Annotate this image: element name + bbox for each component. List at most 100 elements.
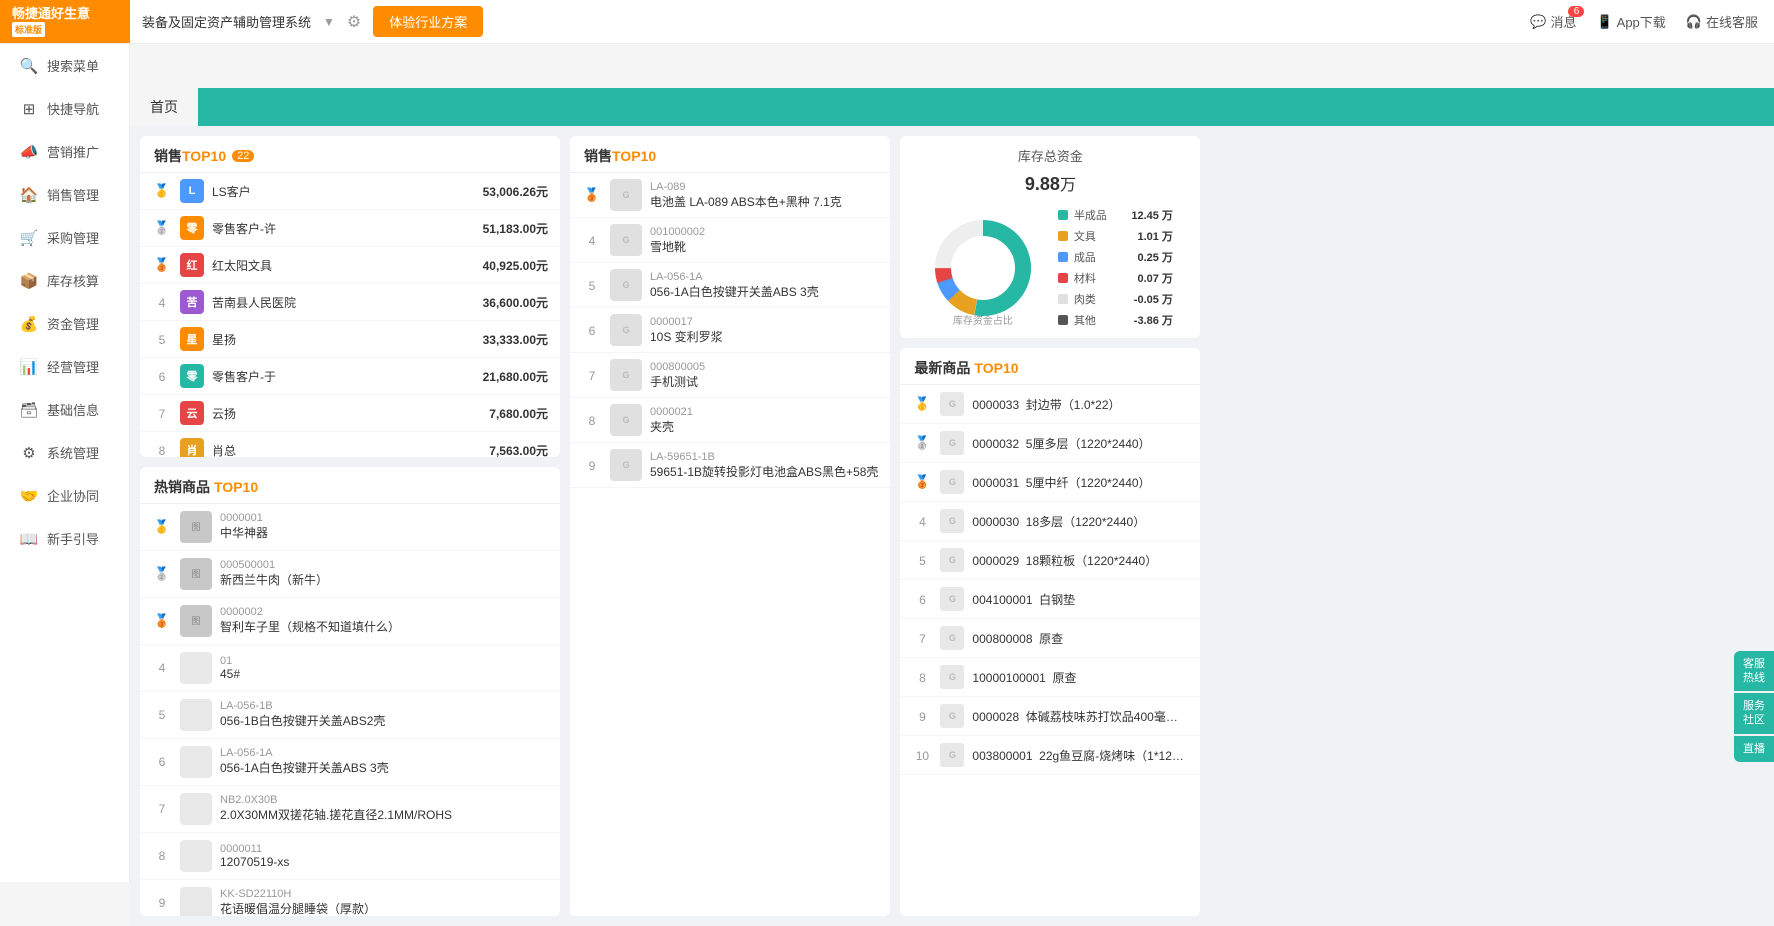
- product-name: 手机测试: [650, 373, 878, 390]
- sidebar-item-marketing[interactable]: 📣 营销推广: [0, 130, 129, 173]
- new-product-item[interactable]: 4 G 0000030 18多层（1220*2440）: [900, 502, 1200, 541]
- marketing-icon: 📣: [19, 143, 39, 161]
- online-service-btn[interactable]: 🎧 在线客服: [1686, 12, 1758, 31]
- product-code: 0000017: [650, 316, 878, 328]
- sidebar-item-purchase[interactable]: 🛒 采购管理: [0, 216, 129, 259]
- product-info: 0000002 智利车子里（规格不知道填什么）: [220, 606, 548, 635]
- customer-rank-item[interactable]: 8 肖 肖总 7,563.00元: [140, 432, 560, 457]
- new-product-item[interactable]: 🥉 G 0000031 5厘中纤（1220*2440）: [900, 463, 1200, 502]
- rank-medal: 9: [582, 458, 602, 473]
- direct-btn[interactable]: 直播: [1734, 736, 1774, 762]
- sidebar-item-system[interactable]: ⚙ 系统管理: [0, 431, 129, 474]
- new-product-item[interactable]: 8 G 10000100001 原查: [900, 658, 1200, 697]
- new-product-item[interactable]: 9 G 0000028 体碱荔枝味苏打饮品400毫升（1*15）: [900, 697, 1200, 736]
- basic-icon: 🗃: [19, 401, 39, 419]
- customer-service-btn[interactable]: 客服热线: [1734, 651, 1774, 692]
- customer-rank-item[interactable]: 7 云 云扬 7,680.00元: [140, 395, 560, 432]
- new-product-item[interactable]: 6 G 004100001 白钢垫: [900, 580, 1200, 619]
- customer-name: 星扬: [212, 331, 475, 348]
- sales-product-item[interactable]: 🥉 G LA-089 电池盖 LA-089 ABS本色+黑种 7.1克: [570, 173, 890, 218]
- trial-button[interactable]: 体验行业方案: [373, 6, 483, 37]
- top10-customers-label: TOP10: [182, 148, 226, 164]
- rank-medal: 8: [582, 413, 602, 428]
- product-info: LA-056-1B 056-1B白色按键开关盖ABS2壳: [220, 700, 548, 729]
- donut-svg: [928, 213, 1038, 323]
- legend-value: 0.07 万: [1113, 270, 1173, 286]
- sidebar-item-operation[interactable]: 📊 经营管理: [0, 345, 129, 388]
- legend-item: 文具 1.01 万: [1058, 228, 1173, 244]
- new-product-item[interactable]: 10 G 003800001 22g鱼豆腐-烧烤味（1*12*20）: [900, 736, 1200, 775]
- hot-product-item[interactable]: 9 KK-SD22110H 花语暖倡温分腿睡袋（厚款）: [140, 880, 560, 916]
- new-product-item[interactable]: 5 G 0000029 18颗粒板（1220*2440）: [900, 541, 1200, 580]
- sidebar-label-system: 系统管理: [47, 443, 99, 462]
- product-thumbnail: [180, 746, 212, 778]
- sidebar-label-inventory: 库存核算: [47, 271, 99, 290]
- product-info: LA-59651-1B 59651-1B旋转投影灯电池盒ABS黑色+58壳: [650, 451, 878, 480]
- left-column: 销售 TOP10 22 🥇 L LS客户 53,006.26元 🥈 零 零售客户…: [140, 136, 560, 916]
- sales-product-item[interactable]: 7 G 000800005 手机测试: [570, 353, 890, 398]
- service-community-btn[interactable]: 服务社区: [1734, 693, 1774, 734]
- product-thumbnail: G: [610, 404, 642, 436]
- sidebar-label-finance: 资金管理: [47, 314, 99, 333]
- product-info: 0000030 18多层（1220*2440）: [972, 513, 1188, 530]
- product-thumbnail: [180, 793, 212, 825]
- rank-medal: 9: [152, 895, 172, 910]
- new-product-item[interactable]: 🥈 G 0000032 5厘多层（1220*2440）: [900, 424, 1200, 463]
- rank-medal: 7: [582, 368, 602, 383]
- legend-value: 0.25 万: [1113, 249, 1173, 265]
- customer-rank-item[interactable]: 4 苦 苦南县人民医院 36,600.00元: [140, 284, 560, 321]
- hot-product-item[interactable]: 8 0000011 12070519-xs: [140, 833, 560, 880]
- hot-product-item[interactable]: 🥈 图 000500001 新西兰牛肉（新牛）: [140, 551, 560, 598]
- rank-medal: 🥉: [912, 474, 932, 490]
- sidebar-item-company[interactable]: 🤝 企业协同: [0, 474, 129, 517]
- sidebar-item-search[interactable]: 🔍 搜索菜单: [0, 44, 129, 87]
- gear-icon[interactable]: ⚙: [347, 12, 361, 32]
- customer-rank-item[interactable]: 🥈 零 零售客户-许 51,183.00元: [140, 210, 560, 247]
- rank-medal: 🥇: [912, 396, 932, 412]
- hot-product-item[interactable]: 6 LA-056-1A 056-1A白色按键开关盖ABS 3壳: [140, 739, 560, 786]
- grid-icon: ⊞: [19, 100, 39, 118]
- sales-product-item[interactable]: 5 G LA-056-1A 056-1A白色按键开关盖ABS 3壳: [570, 263, 890, 308]
- system-chevron-icon[interactable]: ▼: [323, 15, 335, 29]
- new-product-item[interactable]: 🥇 G 0000033 封边带（1.0*22）: [900, 385, 1200, 424]
- customer-amount: 40,925.00元: [483, 257, 548, 274]
- product-code: LA-59651-1B: [650, 451, 878, 463]
- customer-rank-item[interactable]: 5 星 星扬 33,333.00元: [140, 321, 560, 358]
- sales-product-item[interactable]: 4 G 001000002 雪地靴: [570, 218, 890, 263]
- legend-item: 肉类 -0.05 万: [1058, 291, 1173, 307]
- sidebar-item-nav[interactable]: ⊞ 快捷导航: [0, 87, 129, 130]
- sales-product-item[interactable]: 6 G 0000017 10S 变利罗浆: [570, 308, 890, 353]
- hot-product-item[interactable]: 🥉 图 0000002 智利车子里（规格不知道填什么）: [140, 598, 560, 645]
- legend-name: 材料: [1074, 270, 1107, 286]
- sidebar-item-guide[interactable]: 📖 新手引导: [0, 517, 129, 560]
- hot-product-item[interactable]: 4 01 45#: [140, 645, 560, 692]
- message-btn[interactable]: 💬 消息 6: [1530, 12, 1576, 31]
- sales-product-item[interactable]: 8 G 0000021 夹壳: [570, 398, 890, 443]
- rank-medal: 9: [912, 709, 932, 724]
- customer-amount: 53,006.26元: [483, 183, 548, 200]
- product-thumbnail: [180, 699, 212, 731]
- product-code: 0000002: [220, 606, 548, 618]
- legend-name: 肉类: [1074, 291, 1107, 307]
- tab-home[interactable]: 首页: [130, 88, 198, 126]
- rank-medal: 5: [912, 553, 932, 568]
- sidebar-item-inventory[interactable]: 📦 库存核算: [0, 259, 129, 302]
- product-info: 004100001 白钢垫: [972, 591, 1188, 608]
- sidebar-item-finance[interactable]: 💰 资金管理: [0, 302, 129, 345]
- hot-product-item[interactable]: 5 LA-056-1B 056-1B白色按键开关盖ABS2壳: [140, 692, 560, 739]
- customer-rank-item[interactable]: 🥇 L LS客户 53,006.26元: [140, 173, 560, 210]
- app-download-btn[interactable]: 📱 App下载: [1596, 12, 1665, 31]
- customer-rank-item[interactable]: 6 零 零售客户-于 21,680.00元: [140, 358, 560, 395]
- customer-rank-item[interactable]: 🥉 红 红太阳文具 40,925.00元: [140, 247, 560, 284]
- product-thumbnail: G: [940, 626, 964, 650]
- hot-product-item[interactable]: 🥇 图 0000001 中华神器: [140, 504, 560, 551]
- new-product-item[interactable]: 7 G 000800008 原查: [900, 619, 1200, 658]
- float-buttons: 客服热线 服务社区 直播: [1734, 651, 1774, 762]
- sidebar-item-sales[interactable]: 🏠 销售管理: [0, 173, 129, 216]
- new-products-title: 最新商品: [914, 358, 970, 378]
- sidebar-item-basic[interactable]: 🗃 基础信息: [0, 388, 129, 431]
- sales-product-item[interactable]: 9 G LA-59651-1B 59651-1B旋转投影灯电池盒ABS黑色+58…: [570, 443, 890, 488]
- customer-avatar: 苦: [180, 290, 204, 314]
- hot-product-item[interactable]: 7 NB2.0X30B 2.0X30MM双搓花轴.搓花直径2.1MM/ROHS: [140, 786, 560, 833]
- top-bar: 畅捷通好生意 标准版 装备及固定资产辅助管理系统 ▼ ⚙ 体验行业方案 💬 消息…: [0, 0, 1774, 44]
